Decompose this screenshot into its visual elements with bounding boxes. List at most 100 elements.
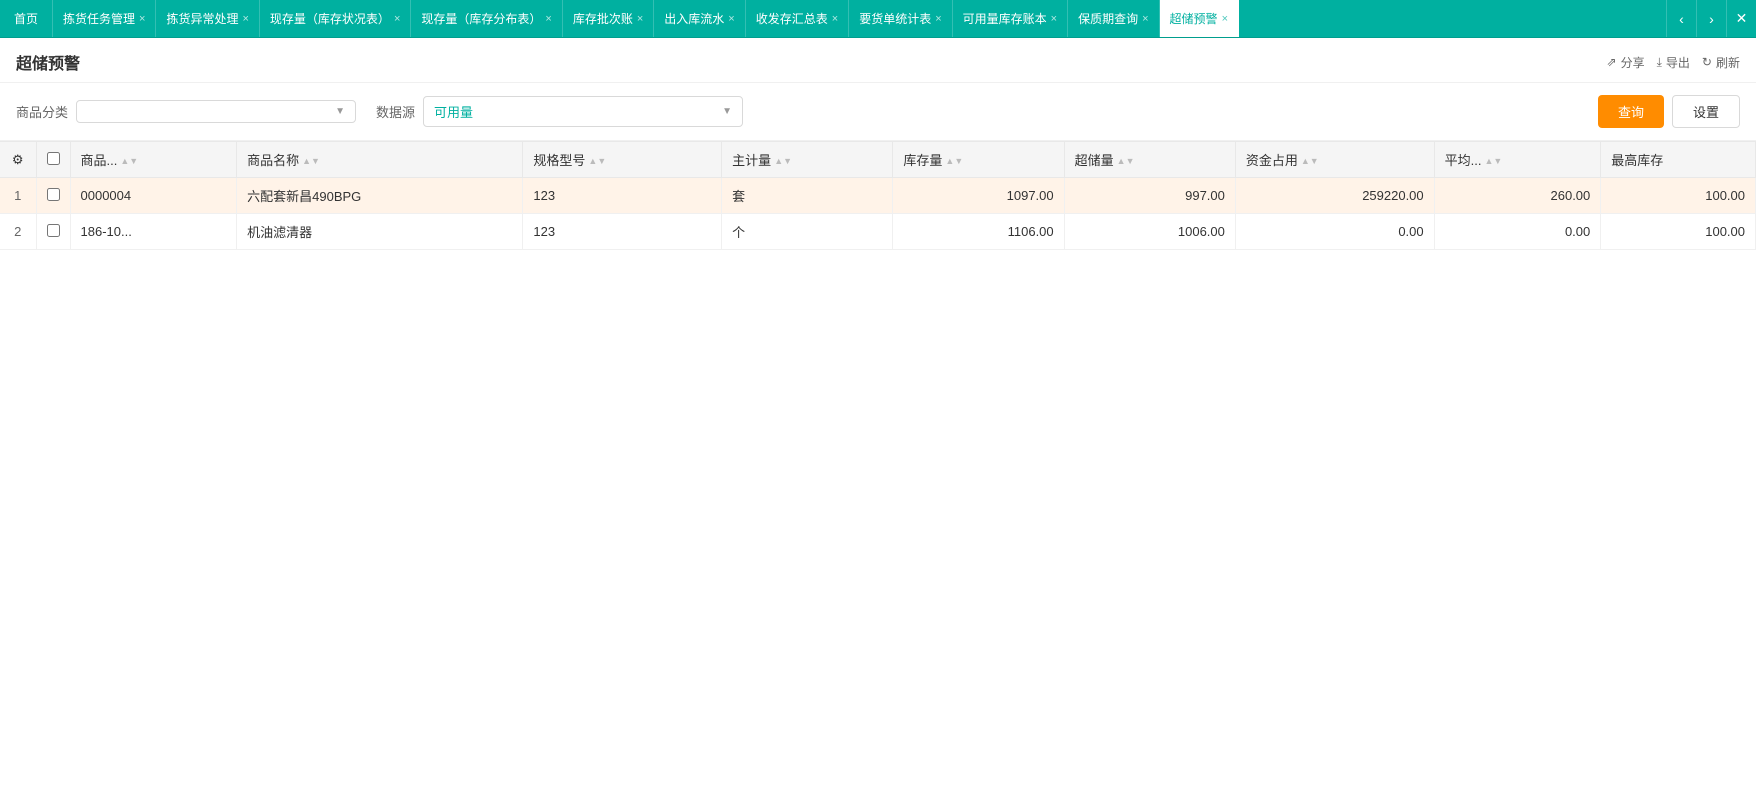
th-overstock[interactable]: 超储量▲▼	[1064, 142, 1235, 178]
row-overstock: 1006.00	[1064, 214, 1235, 250]
nav-tab-label: 库存批次账	[573, 10, 633, 27]
tab-close-icon[interactable]: ×	[935, 13, 941, 25]
tab-close-icon[interactable]: ×	[637, 13, 643, 25]
th-stock[interactable]: 库存量▲▼	[893, 142, 1064, 178]
nav-tab-label: 出入库流水	[664, 10, 724, 27]
th-code[interactable]: 商品...▲▼	[70, 142, 237, 178]
row-checkbox-cell	[36, 214, 70, 250]
filter-actions: 查询 设置	[1598, 95, 1740, 128]
row-avg: 0.00	[1434, 214, 1601, 250]
row-code: 0000004	[70, 178, 237, 214]
th-gear[interactable]: ⚙	[0, 142, 36, 178]
row-spec: 123	[523, 214, 722, 250]
row-checkbox[interactable]	[47, 188, 60, 201]
row-checkbox-cell	[36, 178, 70, 214]
nav-tab-[interactable]: 现存量（库存状况表） ×	[260, 0, 411, 38]
th-unit[interactable]: 主计量▲▼	[722, 142, 893, 178]
th-maxstock: 最高库存	[1601, 142, 1756, 178]
filter-bar: 商品分类 ▼ 数据源 可用量 ▼ 查询 设置	[0, 83, 1756, 141]
nav-tab-label: 可用量库存账本	[963, 10, 1047, 27]
datasource-label: 数据源	[376, 102, 415, 121]
nav-tab-[interactable]: 库存批次账 ×	[563, 0, 654, 38]
row-maxstock: 100.00	[1601, 214, 1756, 250]
data-table: ⚙ 商品...▲▼ 商品名称▲▼ 规格型号▲▼ 主计量▲▼ 库存量▲▼ 超储量▲…	[0, 141, 1756, 250]
row-avg: 260.00	[1434, 178, 1601, 214]
refresh-button[interactable]: ↻ 刷新	[1702, 54, 1740, 71]
export-button[interactable]: ⤓ 导出	[1657, 54, 1690, 71]
row-overstock: 997.00	[1064, 178, 1235, 214]
row-capital: 0.00	[1235, 214, 1434, 250]
nav-close-btn[interactable]: ✕	[1726, 0, 1756, 38]
datasource-filter: 数据源 可用量 ▼	[376, 96, 743, 127]
row-code: 186-10...	[70, 214, 237, 250]
nav-tab-[interactable]: 现存量（库存分布表） ×	[411, 0, 562, 38]
nav-arrows: ‹ › ✕	[1666, 0, 1756, 38]
share-icon: ⇗	[1607, 55, 1617, 69]
datasource-select[interactable]: 可用量 ▼	[423, 96, 743, 127]
row-checkbox[interactable]	[47, 224, 60, 237]
nav-tab-[interactable]: 要货单统计表 ×	[849, 0, 952, 38]
row-name: 机油滤清器	[237, 214, 523, 250]
nav-tab-[interactable]: 保质期查询 ×	[1068, 0, 1159, 38]
table-container: ⚙ 商品...▲▼ 商品名称▲▼ 规格型号▲▼ 主计量▲▼ 库存量▲▼ 超储量▲…	[0, 141, 1756, 250]
top-nav: 首页 拣货任务管理×拣货异常处理×现存量（库存状况表）×现存量（库存分布表）×库…	[0, 0, 1756, 38]
row-number: 2	[0, 214, 36, 250]
tab-close-icon[interactable]: ×	[728, 13, 734, 25]
row-name: 六配套新昌490BPG	[237, 178, 523, 214]
nav-tab-[interactable]: 出入库流水 ×	[654, 0, 745, 38]
row-unit: 套	[722, 178, 893, 214]
th-capital[interactable]: 资金占用▲▼	[1235, 142, 1434, 178]
chevron-down-icon: ▼	[335, 106, 345, 117]
tab-close-icon[interactable]: ×	[1222, 13, 1228, 25]
th-spec[interactable]: 规格型号▲▼	[523, 142, 722, 178]
nav-tab-[interactable]: 拣货任务管理 ×	[53, 0, 156, 38]
nav-tab-label: 现存量（库存状况表）	[270, 10, 390, 27]
table-row: 2 186-10... 机油滤清器 123 个 1106.00 1006.00 …	[0, 214, 1756, 250]
nav-tab-[interactable]: 拣货异常处理 ×	[156, 0, 259, 38]
nav-tab-label: 收发存汇总表	[756, 10, 828, 27]
row-number: 1	[0, 178, 36, 214]
table-row: 1 0000004 六配套新昌490BPG 123 套 1097.00 997.…	[0, 178, 1756, 214]
page-header: 超储预警 ⇗ 分享 ⤓ 导出 ↻ 刷新	[0, 38, 1756, 83]
tab-close-icon[interactable]: ×	[832, 13, 838, 25]
th-name[interactable]: 商品名称▲▼	[237, 142, 523, 178]
nav-tab-[interactable]: 收发存汇总表 ×	[746, 0, 849, 38]
settings-button[interactable]: 设置	[1672, 95, 1740, 128]
nav-prev-btn[interactable]: ‹	[1666, 0, 1696, 38]
page-container: 超储预警 ⇗ 分享 ⤓ 导出 ↻ 刷新 商品分类 ▼ 数据源	[0, 38, 1756, 800]
nav-tab-label: 要货单统计表	[859, 10, 931, 27]
category-label: 商品分类	[16, 102, 68, 121]
row-stock: 1097.00	[893, 178, 1064, 214]
select-all-checkbox[interactable]	[47, 152, 60, 165]
nav-tab-[interactable]: 可用量库存账本 ×	[953, 0, 1068, 38]
row-stock: 1106.00	[893, 214, 1064, 250]
table-header-row: ⚙ 商品...▲▼ 商品名称▲▼ 规格型号▲▼ 主计量▲▼ 库存量▲▼ 超储量▲…	[0, 142, 1756, 178]
tab-close-icon[interactable]: ×	[1051, 13, 1057, 25]
category-select[interactable]: ▼	[76, 100, 356, 123]
th-check	[36, 142, 70, 178]
nav-tab-label: 保质期查询	[1078, 10, 1138, 27]
nav-tab-label: 超储预警	[1170, 10, 1218, 27]
tab-close-icon[interactable]: ×	[139, 13, 145, 25]
tab-close-icon[interactable]: ×	[1142, 13, 1148, 25]
query-button[interactable]: 查询	[1598, 95, 1664, 128]
chevron-down-icon-2: ▼	[722, 106, 732, 117]
datasource-value: 可用量	[434, 102, 473, 121]
tab-close-icon[interactable]: ×	[545, 13, 551, 25]
share-button[interactable]: ⇗ 分享	[1607, 54, 1645, 71]
row-maxstock: 100.00	[1601, 178, 1756, 214]
th-avg[interactable]: 平均...▲▼	[1434, 142, 1601, 178]
tab-close-icon[interactable]: ×	[242, 13, 248, 25]
nav-tab-label: 拣货异常处理	[166, 10, 238, 27]
nav-tab-label: 现存量（库存分布表）	[421, 10, 541, 27]
page-title: 超储预警	[16, 50, 80, 74]
nav-tab-label: 拣货任务管理	[63, 10, 135, 27]
row-unit: 个	[722, 214, 893, 250]
export-icon: ⤓	[1657, 55, 1662, 70]
refresh-icon: ↻	[1702, 55, 1712, 69]
nav-home[interactable]: 首页	[0, 0, 53, 38]
tab-close-icon[interactable]: ×	[394, 13, 400, 25]
category-filter: 商品分类 ▼	[16, 100, 356, 123]
nav-next-btn[interactable]: ›	[1696, 0, 1726, 38]
nav-tab-[interactable]: 超储预警 ×	[1160, 0, 1239, 38]
